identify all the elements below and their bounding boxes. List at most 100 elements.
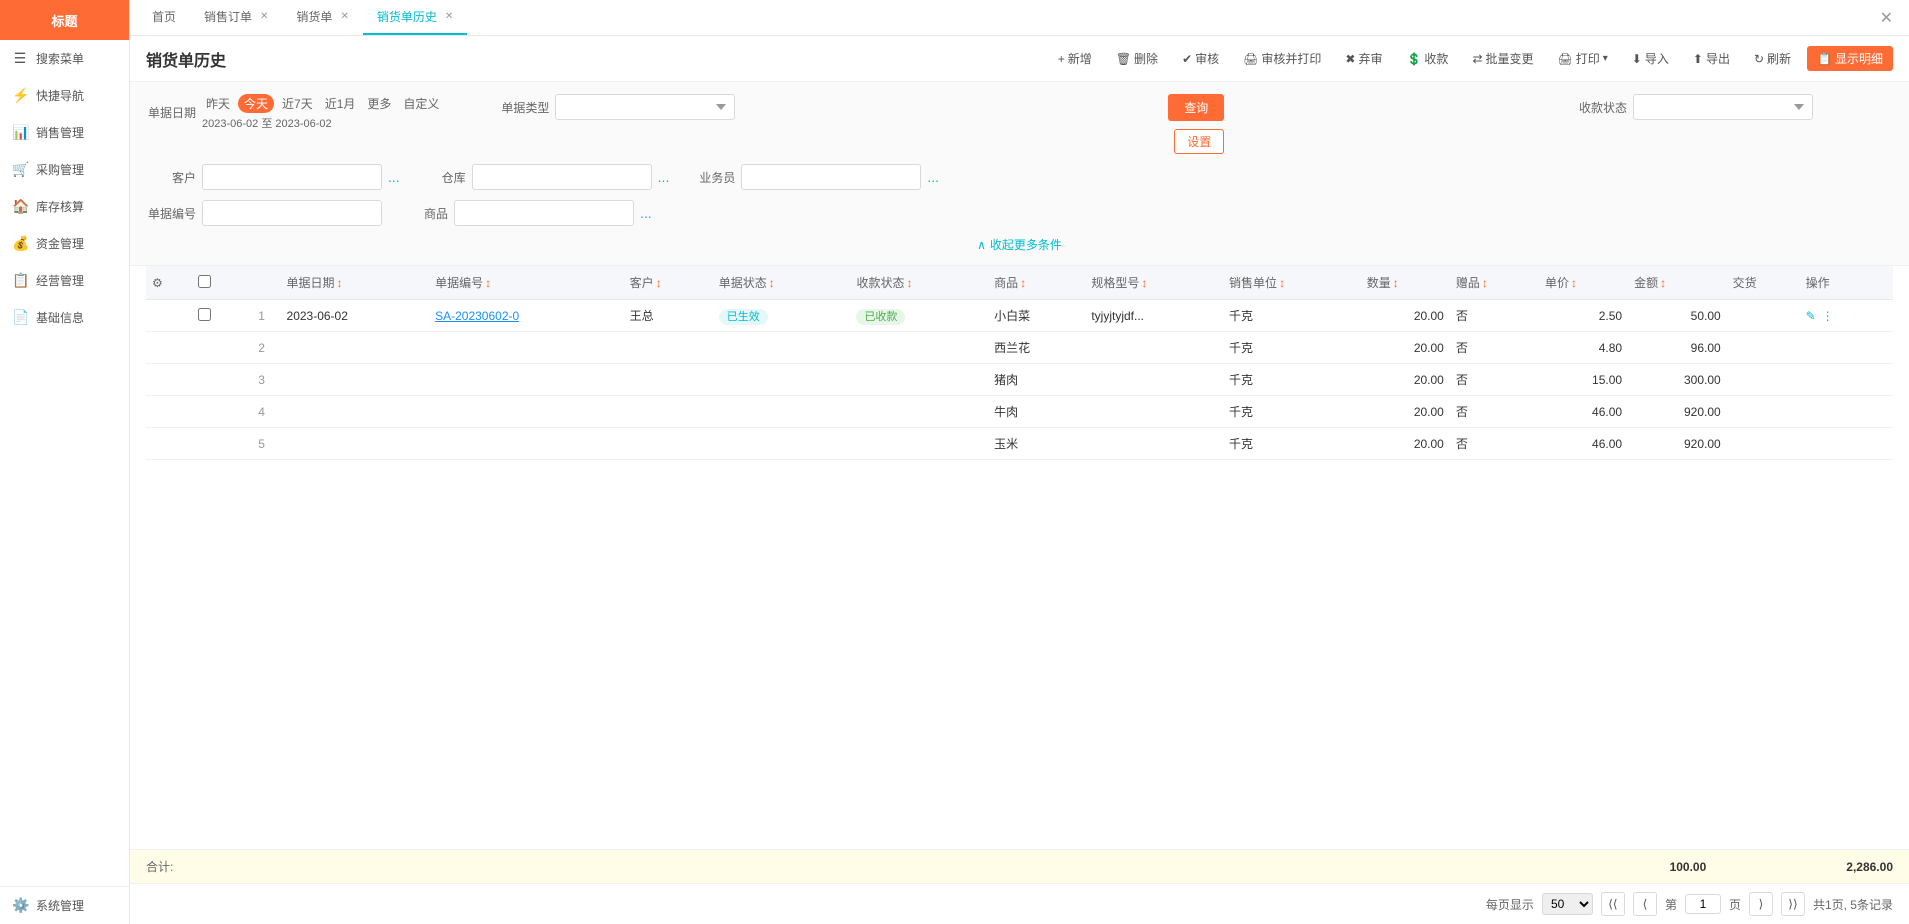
col-qty[interactable]: 数量↕ <box>1361 266 1450 300</box>
prev-page-button[interactable]: ⟨ <box>1633 892 1657 916</box>
goods-input[interactable] <box>454 200 634 226</box>
tab-sales-order-close[interactable]: ✕ <box>260 11 268 22</box>
doc-type-select[interactable] <box>555 94 735 120</box>
sidebar-item-finance[interactable]: 💰 资金管理 <box>0 225 129 262</box>
action-cell[interactable] <box>1800 396 1893 428</box>
col-payment-status[interactable]: 收款状态↕ <box>850 266 988 300</box>
col-unit[interactable]: 销售单位↕ <box>1223 266 1361 300</box>
salesperson-dots[interactable]: ... <box>927 169 939 185</box>
col-spec-label: 规格型号 <box>1091 276 1139 290</box>
page-number-input[interactable] <box>1685 894 1721 914</box>
shortcut-custom[interactable]: 自定义 <box>399 94 443 113</box>
sidebar-item-quick-nav[interactable]: ⚡ 快捷导航 <box>0 77 129 114</box>
warehouse-input[interactable] <box>472 164 652 190</box>
doc-num-cell[interactable]: SA-20230602-0 <box>429 300 624 332</box>
col-goods-label: 商品 <box>994 276 1018 290</box>
set-button[interactable]: 设置 <box>1174 129 1224 154</box>
col-action-label: 操作 <box>1806 276 1830 290</box>
price-cell: 2.50 <box>1539 300 1628 332</box>
goods-dots[interactable]: ... <box>640 205 652 221</box>
shortcut-1month[interactable]: 近1月 <box>321 94 360 113</box>
tab-sales-history[interactable]: 销货单历史 ✕ <box>363 0 467 35</box>
sidebar-item-basic-info[interactable]: 📄 基础信息 <box>0 299 129 336</box>
checkbox-cell[interactable] <box>192 364 243 396</box>
print-button[interactable]: 🖨 打印 ▾ <box>1550 46 1616 71</box>
tab-sales-goods-close[interactable]: ✕ <box>340 11 348 22</box>
collect-label: 收款 <box>1424 50 1448 67</box>
col-checkbox[interactable] <box>192 266 243 300</box>
col-price[interactable]: 单价↕ <box>1539 266 1628 300</box>
first-page-button[interactable]: ⟨⟨ <box>1601 892 1625 916</box>
action-cell[interactable]: ✎⋮ <box>1800 300 1893 332</box>
gift-cell: 否 <box>1450 396 1539 428</box>
shortcut-today[interactable]: 今天 <box>238 94 274 113</box>
sidebar-item-inventory[interactable]: 🏠 库存核算 <box>0 188 129 225</box>
shortcut-7days[interactable]: 近7天 <box>278 94 317 113</box>
shortcut-yesterday[interactable]: 昨天 <box>202 94 234 113</box>
customer-input[interactable] <box>202 164 382 190</box>
warehouse-dots[interactable]: ... <box>658 169 670 185</box>
row-checkbox[interactable] <box>198 308 211 321</box>
doc-num-input[interactable] <box>202 200 382 226</box>
delete-button[interactable]: 🗑 删除 <box>1108 46 1166 71</box>
refresh-button[interactable]: ↻ 刷新 <box>1746 46 1799 71</box>
filter-right: 查询 设置 <box>1168 94 1224 154</box>
checkbox-cell[interactable] <box>192 300 243 332</box>
collect-button[interactable]: 💲 收款 <box>1398 46 1456 71</box>
new-button[interactable]: + 新增 <box>1050 46 1100 71</box>
abandon-button[interactable]: ✖ 弃审 <box>1337 46 1390 71</box>
doc-date-cell <box>281 428 430 460</box>
last-page-button[interactable]: ⟩⟩ <box>1781 892 1805 916</box>
sidebar-item-search-menu[interactable]: ☰ 搜索菜单 <box>0 40 129 77</box>
col-amount[interactable]: 金额↕ <box>1628 266 1727 300</box>
payment-status-cell <box>850 364 988 396</box>
checkbox-cell[interactable] <box>192 428 243 460</box>
checkbox-cell[interactable] <box>192 332 243 364</box>
col-doc-status[interactable]: 单据状态↕ <box>713 266 851 300</box>
export-button[interactable]: ⬆ 导出 <box>1685 46 1738 71</box>
salesperson-input[interactable] <box>741 164 921 190</box>
sidebar-item-system-mgmt[interactable]: ⚙️ 系统管理 <box>0 887 129 924</box>
action-cell[interactable] <box>1800 364 1893 396</box>
more-action[interactable]: ⋮ <box>1822 309 1834 323</box>
tab-sales-goods[interactable]: 销货单 ✕ <box>282 0 362 35</box>
qty-cell: 20.00 <box>1361 364 1450 396</box>
status-badge: 已生效 <box>719 309 768 325</box>
col-settings[interactable]: ⚙ <box>146 266 192 300</box>
audit-button[interactable]: ✔ 审核 <box>1174 46 1227 71</box>
edit-action[interactable]: ✎ <box>1806 309 1816 323</box>
col-doc-date[interactable]: 单据日期↕ <box>281 266 430 300</box>
basic-info-icon: 📄 <box>12 309 28 326</box>
customer-dots[interactable]: ... <box>388 169 400 185</box>
num-cell: 5 <box>243 428 281 460</box>
import-button[interactable]: ⬇ 导入 <box>1624 46 1677 71</box>
tab-home[interactable]: 首页 <box>138 0 190 35</box>
col-doc-num[interactable]: 单据编号↕ <box>429 266 624 300</box>
tab-sales-order[interactable]: 销售订单 ✕ <box>190 0 282 35</box>
tab-bar-close[interactable]: ✕ <box>1872 4 1901 32</box>
query-button[interactable]: 查询 <box>1168 94 1224 121</box>
per-page-select[interactable]: 50 100 200 <box>1542 893 1593 915</box>
col-goods[interactable]: 商品↕ <box>988 266 1085 300</box>
shortcut-more[interactable]: 更多 <box>363 94 395 113</box>
batch-change-label: 批量变更 <box>1486 50 1534 67</box>
tab-sales-history-close[interactable]: ✕ <box>445 11 453 22</box>
footer-total: 100.00 2,286.00 <box>1070 860 1893 874</box>
col-spec[interactable]: 规格型号↕ <box>1085 266 1223 300</box>
next-page-button[interactable]: ⟩ <box>1749 892 1773 916</box>
audit-print-button[interactable]: 🖨 审核并打印 <box>1235 46 1329 71</box>
sidebar-item-sales-mgmt[interactable]: 📊 销售管理 <box>0 114 129 151</box>
batch-change-button[interactable]: ⇄ 批量变更 <box>1464 46 1541 71</box>
collapse-button[interactable]: ∧ 收起更多条件 <box>146 236 1893 253</box>
col-customer[interactable]: 客户↕ <box>624 266 713 300</box>
sidebar-item-purchase-mgmt[interactable]: 🛒 采购管理 <box>0 151 129 188</box>
checkbox-cell[interactable] <box>192 396 243 428</box>
sidebar-item-operations[interactable]: 📋 经营管理 <box>0 262 129 299</box>
col-gift[interactable]: 赠品↕ <box>1450 266 1539 300</box>
show-detail-button[interactable]: 📋 显示明细 <box>1807 46 1893 71</box>
action-cell[interactable] <box>1800 332 1893 364</box>
filter-row-3: 单据编号 商品 ... <box>146 200 1893 226</box>
payment-status-select[interactable] <box>1633 94 1813 120</box>
action-cell[interactable] <box>1800 428 1893 460</box>
select-all-checkbox[interactable] <box>198 275 211 288</box>
